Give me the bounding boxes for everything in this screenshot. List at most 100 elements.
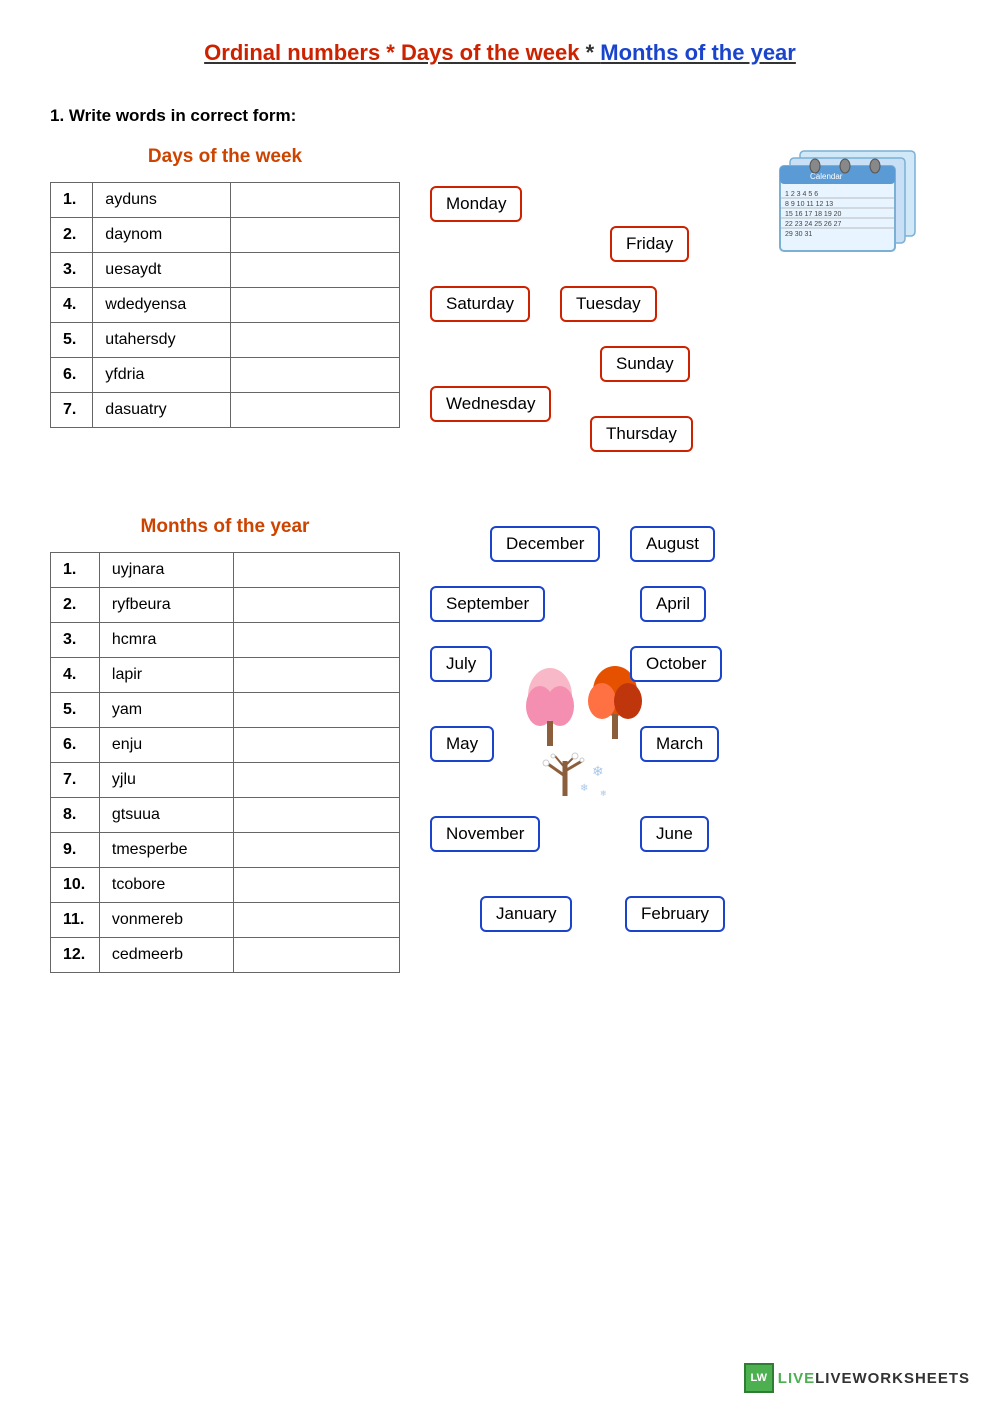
days-row-scrambled: yfdria	[93, 358, 230, 393]
svg-text:❄: ❄	[600, 789, 607, 798]
days-subtitle: Days of the week	[50, 146, 400, 168]
days-row-scrambled: dasuatry	[93, 393, 230, 428]
months-row-num: 8.	[51, 798, 100, 833]
days-row-num: 7.	[51, 393, 93, 428]
days-word-box: Saturday	[430, 286, 530, 322]
days-table-row: 6. yfdria	[51, 358, 400, 393]
months-word-box: September	[430, 586, 545, 622]
days-row-num: 1.	[51, 183, 93, 218]
months-row-scrambled: enju	[99, 728, 234, 763]
months-row-answer[interactable]	[234, 728, 400, 763]
months-table-row: 4. lapir	[51, 658, 400, 693]
days-row-answer[interactable]	[230, 288, 399, 323]
months-row-num: 3.	[51, 623, 100, 658]
months-table-row: 12. cedmeerb	[51, 938, 400, 973]
months-row-answer[interactable]	[234, 763, 400, 798]
days-row-num: 4.	[51, 288, 93, 323]
days-row-num: 3.	[51, 253, 93, 288]
days-row-scrambled: uesaydt	[93, 253, 230, 288]
days-table-row: 1. ayduns	[51, 183, 400, 218]
months-row-num: 11.	[51, 903, 100, 938]
days-table-row: 2. daynom	[51, 218, 400, 253]
calendar-decoration: Calendar 1 2 3 4 5 6 8 9 10 11 12 13 15 …	[770, 146, 930, 266]
title-part3: *	[579, 40, 600, 65]
months-word-box: January	[480, 896, 572, 932]
months-row-scrambled: vonmereb	[99, 903, 234, 938]
months-row-answer[interactable]	[234, 903, 400, 938]
days-row-num: 5.	[51, 323, 93, 358]
svg-text:8 9 10 11 12 13: 8 9 10 11 12 13	[785, 201, 833, 208]
calendar-icon: Calendar 1 2 3 4 5 6 8 9 10 11 12 13 15 …	[770, 146, 930, 266]
months-row-scrambled: hcmra	[99, 623, 234, 658]
days-row-answer[interactable]	[230, 393, 399, 428]
svg-text:❄: ❄	[592, 763, 604, 779]
svg-text:❄: ❄	[580, 783, 588, 794]
title-part2: Days of the week	[401, 40, 580, 65]
months-word-box: June	[640, 816, 709, 852]
months-word-box: April	[640, 586, 706, 622]
days-word-box: Thursday	[590, 416, 693, 452]
days-table-row: 7. dasuatry	[51, 393, 400, 428]
days-row-answer[interactable]	[230, 358, 399, 393]
months-row-scrambled: gtsuua	[99, 798, 234, 833]
days-row-num: 2.	[51, 218, 93, 253]
months-row-answer[interactable]	[234, 658, 400, 693]
months-row-num: 6.	[51, 728, 100, 763]
days-row-answer[interactable]	[230, 183, 399, 218]
days-section: Days of the week 1. ayduns 2. daynom 3. …	[50, 146, 950, 466]
days-wordboxes: MondayFridayTuesdaySaturdaySundayWednesd…	[430, 176, 730, 466]
days-table: 1. ayduns 2. daynom 3. uesaydt 4. wdedye…	[50, 182, 400, 428]
months-row-answer[interactable]	[234, 833, 400, 868]
days-row-scrambled: utahersdy	[93, 323, 230, 358]
months-word-box: March	[640, 726, 719, 762]
page-title: Ordinal numbers * Days of the week * Mon…	[50, 40, 950, 66]
months-subtitle: Months of the year	[50, 516, 400, 538]
instruction-text: 1. Write words in correct form:	[50, 106, 950, 126]
days-row-answer[interactable]	[230, 323, 399, 358]
footer-text: LIVELIVEWORKSHEETS	[778, 1370, 970, 1387]
days-table-row: 5. utahersdy	[51, 323, 400, 358]
months-row-num: 5.	[51, 693, 100, 728]
months-table-row: 9. tmesperbe	[51, 833, 400, 868]
months-row-scrambled: yam	[99, 693, 234, 728]
months-row-answer[interactable]	[234, 868, 400, 903]
months-table-row: 10. tcobore	[51, 868, 400, 903]
months-row-answer[interactable]	[234, 938, 400, 973]
days-word-box: Monday	[430, 186, 522, 222]
months-row-answer[interactable]	[234, 588, 400, 623]
months-table-row: 7. yjlu	[51, 763, 400, 798]
months-row-answer[interactable]	[234, 693, 400, 728]
days-row-answer[interactable]	[230, 253, 399, 288]
months-row-answer[interactable]	[234, 623, 400, 658]
months-row-answer[interactable]	[234, 798, 400, 833]
months-table-row: 3. hcmra	[51, 623, 400, 658]
days-word-box: Tuesday	[560, 286, 657, 322]
months-row-answer[interactable]	[234, 553, 400, 588]
months-section: Months of the year 1. uyjnara 2. ryfbeur…	[50, 516, 950, 973]
days-row-answer[interactable]	[230, 218, 399, 253]
days-word-box: Wednesday	[430, 386, 551, 422]
months-table-row: 11. vonmereb	[51, 903, 400, 938]
svg-text:22 23 24 25 26 27: 22 23 24 25 26 27	[785, 221, 842, 228]
days-right-col: Calendar 1 2 3 4 5 6 8 9 10 11 12 13 15 …	[430, 146, 950, 466]
months-table-row: 5. yam	[51, 693, 400, 728]
months-table: 1. uyjnara 2. ryfbeura 3. hcmra 4. lapir…	[50, 552, 400, 973]
months-row-scrambled: ryfbeura	[99, 588, 234, 623]
days-left-col: Days of the week 1. ayduns 2. daynom 3. …	[50, 146, 400, 428]
months-row-num: 4.	[51, 658, 100, 693]
months-wordboxes: ❄ ❄ ❄ DecemberAugustSeptemberAprilJulyOc…	[430, 526, 730, 966]
trees-svg: ❄ ❄ ❄	[520, 656, 650, 826]
months-word-box: December	[490, 526, 600, 562]
svg-text:1 2 3 4 5 6: 1 2 3 4 5 6	[785, 191, 818, 198]
months-table-row: 1. uyjnara	[51, 553, 400, 588]
months-word-box: May	[430, 726, 494, 762]
months-row-num: 10.	[51, 868, 100, 903]
months-row-num: 9.	[51, 833, 100, 868]
months-row-scrambled: tmesperbe	[99, 833, 234, 868]
months-row-num: 7.	[51, 763, 100, 798]
months-word-box: August	[630, 526, 715, 562]
months-word-box: October	[630, 646, 722, 682]
days-row-scrambled: ayduns	[93, 183, 230, 218]
months-right-col: ❄ ❄ ❄ DecemberAugustSeptemberAprilJulyOc…	[430, 516, 950, 966]
months-left-col: Months of the year 1. uyjnara 2. ryfbeur…	[50, 516, 400, 973]
